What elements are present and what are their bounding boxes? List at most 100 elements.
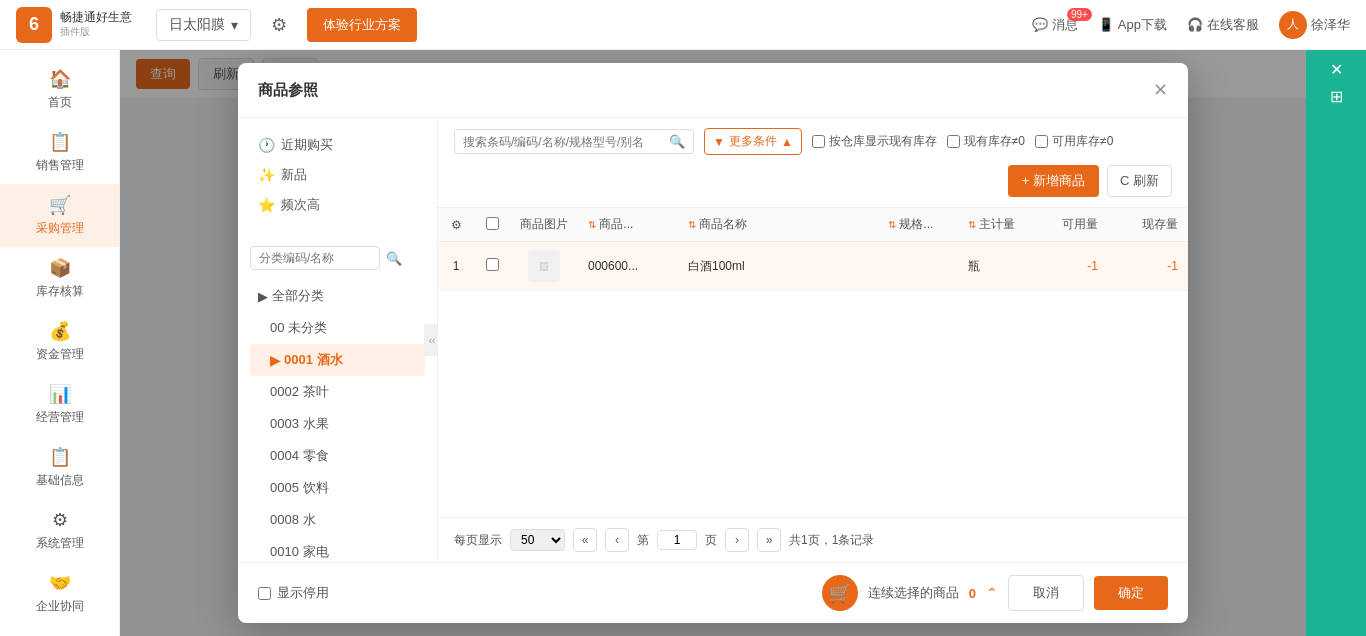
- cat-label-beverage: 0005 饮料: [270, 479, 329, 497]
- product-toolbar: 🔍 ▼ 更多条件 ▲ 按仓库显示现有库存: [438, 118, 1188, 208]
- cat-item-tea[interactable]: 0002 茶叶: [250, 376, 425, 408]
- col-header-gear[interactable]: ⚙: [438, 208, 474, 242]
- sidebar-item-purchase[interactable]: 🛒 采购管理: [0, 184, 119, 247]
- toolbar-right: + 新增商品 C 刷新: [1008, 165, 1172, 197]
- checkbox-stock-label: 现有库存≠0: [964, 133, 1025, 150]
- last-page-btn[interactable]: »: [757, 528, 781, 552]
- col-header-unit[interactable]: ⇅ 主计量: [958, 208, 1028, 242]
- headset-icon: 🎧: [1187, 17, 1203, 32]
- collapse-icon[interactable]: ⌃: [986, 585, 998, 601]
- logo-sub: 插件版: [60, 25, 132, 39]
- more-filter-btn[interactable]: ▼ 更多条件 ▲: [704, 128, 802, 155]
- search-icon[interactable]: 🔍: [669, 134, 685, 149]
- branch-name: 日太阳膜: [169, 16, 225, 34]
- cat-item-liquor[interactable]: ▶ 0001 酒水: [250, 344, 425, 376]
- checkbox-available-label: 可用库存≠0: [1052, 133, 1113, 150]
- message-icon: 💬: [1032, 17, 1048, 32]
- product-search-input[interactable]: [463, 135, 663, 149]
- cat-item-water[interactable]: 0008 水: [250, 504, 425, 536]
- page-input[interactable]: [657, 530, 697, 550]
- col-header-name[interactable]: ⇅ 商品名称: [678, 208, 878, 242]
- col-header-stock[interactable]: 现存量: [1108, 208, 1188, 242]
- col-header-spec[interactable]: ⇅ 规格...: [878, 208, 958, 242]
- col-header-code[interactable]: ⇅ 商品...: [578, 208, 678, 242]
- checkbox-stock[interactable]: [947, 135, 960, 148]
- sidebar-item-finance[interactable]: 💰 资金管理: [0, 310, 119, 373]
- cat-label-fruit: 0003 水果: [270, 415, 329, 433]
- prev-page-btn[interactable]: ‹: [605, 528, 629, 552]
- shortcut-frequent[interactable]: ⭐ 频次高: [250, 190, 425, 220]
- cancel-button[interactable]: 取消: [1008, 575, 1084, 611]
- category-shortcuts: 🕐 近期购买 ✨ 新品 ⭐ 频次高: [238, 130, 437, 228]
- cat-item-beverage[interactable]: 0005 饮料: [250, 472, 425, 504]
- sidebar-item-sales[interactable]: 📋 销售管理: [0, 121, 119, 184]
- col-header-avail[interactable]: 可用量: [1028, 208, 1108, 242]
- first-page-btn[interactable]: «: [573, 528, 597, 552]
- collapse-panel-btn[interactable]: ‹‹: [424, 324, 438, 356]
- checkbox-warehouse-group[interactable]: 按仓库显示现有库存: [812, 133, 937, 150]
- star-icon: ⭐: [258, 197, 275, 213]
- shortcut-new[interactable]: ✨ 新品: [250, 160, 425, 190]
- cat-label-tea: 0002 茶叶: [270, 383, 329, 401]
- checkbox-available-group[interactable]: 可用库存≠0: [1035, 133, 1113, 150]
- avatar: 人: [1279, 11, 1307, 39]
- confirm-button[interactable]: 确定: [1094, 576, 1168, 610]
- close-icon[interactable]: ✕: [1153, 79, 1168, 101]
- table-row[interactable]: 1 🖼 000600... 白酒100ml: [438, 242, 1188, 291]
- cat-item-uncat[interactable]: 00 未分类: [250, 312, 425, 344]
- row-check[interactable]: [474, 242, 510, 291]
- expand-right-icon[interactable]: ⊞: [1330, 87, 1343, 106]
- sidebar-item-system[interactable]: ⚙ 系统管理: [0, 499, 119, 562]
- show-disabled-checkbox[interactable]: [258, 587, 271, 600]
- select-all-checkbox[interactable]: [486, 217, 499, 230]
- category-list: ▶ 全部分类 00 未分类 ▶ 0001 酒水 0002 茶: [238, 280, 437, 562]
- per-page-select[interactable]: 50 20 100: [510, 529, 565, 551]
- cat-item-all[interactable]: ▶ 全部分类: [250, 280, 425, 312]
- checkbox-warehouse[interactable]: [812, 135, 825, 148]
- modal-overlay[interactable]: 商品参照 ✕ 🕐 近期购买 ✨ 新: [120, 50, 1306, 636]
- sidebar-label-purchase: 采购管理: [36, 220, 84, 237]
- sidebar-item-basic[interactable]: 📋 基础信息: [0, 436, 119, 499]
- sidebar-item-home[interactable]: 🏠 首页: [0, 58, 119, 121]
- row-spec: [878, 242, 958, 291]
- sidebar-item-inventory[interactable]: 📦 库存核算: [0, 247, 119, 310]
- close-right-icon[interactable]: ✕: [1330, 60, 1343, 79]
- trial-button[interactable]: 体验行业方案: [307, 8, 417, 42]
- category-search-input[interactable]: [250, 246, 380, 270]
- cat-label-snack: 0004 零食: [270, 447, 329, 465]
- gear-icon[interactable]: ⚙: [263, 9, 295, 41]
- logo-text: 畅捷通好生意: [60, 10, 132, 26]
- page-suffix: 页: [705, 532, 717, 549]
- search-icon[interactable]: 🔍: [386, 251, 402, 266]
- checkbox-available[interactable]: [1035, 135, 1048, 148]
- app-download-item[interactable]: 📱 App下载: [1098, 16, 1167, 34]
- row-checkbox[interactable]: [486, 258, 499, 271]
- next-page-btn[interactable]: ›: [725, 528, 749, 552]
- cart-icon-wrap[interactable]: 🛒: [822, 575, 858, 611]
- sidebar-item-ops[interactable]: 📊 经营管理: [0, 373, 119, 436]
- selected-text: 连续选择的商品: [868, 584, 959, 602]
- user-avatar-item[interactable]: 人 徐泽华: [1279, 11, 1350, 39]
- filter-label: 更多条件: [729, 133, 777, 150]
- cat-item-appliance[interactable]: 0010 家电: [250, 536, 425, 562]
- show-disabled-group[interactable]: 显示停用: [258, 584, 329, 602]
- sidebar-item-collab[interactable]: 🤝 企业协同: [0, 562, 119, 625]
- add-product-btn[interactable]: + 新增商品: [1008, 165, 1099, 197]
- sidebar-label-collab: 企业协同: [36, 598, 84, 615]
- cat-item-snack[interactable]: 0004 零食: [250, 440, 425, 472]
- sidebar-item-guide[interactable]: 📖 新手引导: [0, 625, 119, 636]
- online-service-label: 在线客服: [1207, 16, 1259, 34]
- right-panel: ✕ ⊞: [1306, 50, 1366, 636]
- page-label: 第: [637, 532, 649, 549]
- cat-item-fruit[interactable]: 0003 水果: [250, 408, 425, 440]
- shortcut-recent[interactable]: 🕐 近期购买: [250, 130, 425, 160]
- refresh-btn[interactable]: C 刷新: [1107, 165, 1172, 197]
- per-page-label: 每页显示: [454, 532, 502, 549]
- online-service-item[interactable]: 🎧 在线客服: [1187, 16, 1259, 34]
- branch-selector[interactable]: 日太阳膜 ▾: [156, 9, 251, 41]
- phone-icon: 📱: [1098, 17, 1114, 32]
- sidebar-label-finance: 资金管理: [36, 346, 84, 363]
- dialog-body: 🕐 近期购买 ✨ 新品 ⭐ 频次高: [238, 118, 1188, 562]
- checkbox-stock-group[interactable]: 现有库存≠0: [947, 133, 1025, 150]
- message-item[interactable]: 💬 消息 99+: [1032, 16, 1078, 34]
